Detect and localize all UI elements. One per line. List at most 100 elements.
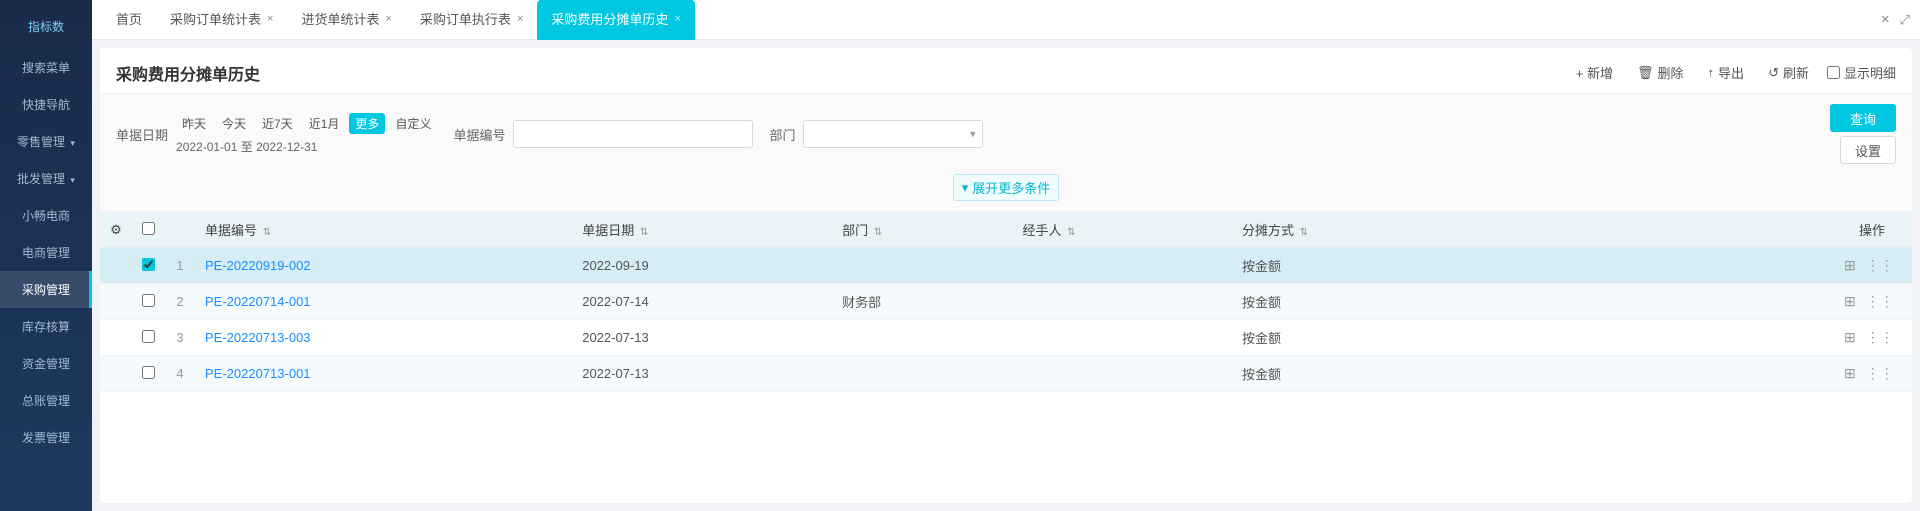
more-ops-icon[interactable]: ⋮⋮ [1864,255,1896,276]
table-header-row: ⚙ 单据编号 ⇅ 单据日期 ⇅ [100,212,1912,248]
yesterday-btn[interactable]: 昨天 [176,113,212,134]
date-filter-group: 单据日期 昨天 今天 近7天 近1月 更多 自定义 2022 [116,113,437,155]
table-row: 4 PE-20220713-001 2022-07-13 按金额 ⊞ ⋮⋮ [100,356,1912,392]
sidebar-item-wholesale[interactable]: 批发管理 ▾ [0,160,92,197]
tab-home[interactable]: 首页 [102,0,156,40]
row-checkbox[interactable] [142,258,155,271]
row-order-no[interactable]: PE-20220713-001 [195,356,572,392]
row-checkbox-cell[interactable] [132,320,165,356]
row-order-no[interactable]: PE-20220919-002 [195,248,572,284]
order-no-label: 单据编号 [453,125,505,144]
display-toggle[interactable]: 显示明细 [1827,63,1896,82]
close-tab-purchase-expense-history[interactable]: × [674,13,680,25]
more-btn[interactable]: 更多 [349,113,385,134]
sidebar-item-quick-nav[interactable]: 快捷导航 [0,86,92,123]
operation-buttons: ⊞ ⋮⋮ [1842,291,1902,312]
sidebar-item-label: 零售管理 ▾ [4,133,88,150]
table-area: ⚙ 单据编号 ⇅ 单据日期 ⇅ [100,212,1912,503]
col-operation: 操作 [1832,212,1912,248]
order-no-link[interactable]: PE-20220713-001 [205,366,311,381]
tab-stock-stats[interactable]: 进货单统计表 × [287,0,405,40]
filter-buttons: 查询 设置 [1830,104,1896,164]
display-toggle-checkbox[interactable] [1827,66,1840,79]
close-tab-purchase-order-stats[interactable]: × [267,13,273,25]
custom-btn[interactable]: 自定义 [389,113,437,134]
row-number: 2 [165,284,195,320]
more-ops-icon[interactable]: ⋮⋮ [1864,291,1896,312]
sidebar-item-search[interactable]: 搜索菜单 [0,49,92,86]
row-checkbox[interactable] [142,366,155,379]
operation-buttons: ⊞ ⋮⋮ [1842,255,1902,276]
order-no-link[interactable]: PE-20220714-001 [205,294,311,309]
dept-select[interactable] [803,120,983,148]
last7days-btn[interactable]: 近7天 [256,113,299,134]
sidebar-item-purchase[interactable]: 采购管理 [0,271,92,308]
tab-purchase-expense-history[interactable]: 采购费用分摊单历史 × [537,0,694,40]
row-dept [832,356,1012,392]
filter-settings-button[interactable]: 设置 [1840,136,1896,164]
delete-button[interactable]: 🗑 删除 [1631,60,1690,85]
row-split-method: 按金额 [1232,320,1832,356]
sidebar-item-ecom[interactable]: 电商管理 [0,234,92,271]
more-ops-icon[interactable]: ⋮⋮ [1864,327,1896,348]
sidebar-item-invoice[interactable]: 发票管理 [0,419,92,456]
filter-row: 单据日期 昨天 今天 近7天 近1月 更多 自定义 2022 [116,104,1896,164]
sidebar-item-finance[interactable]: 资金管理 [0,345,92,382]
data-table: ⚙ 单据编号 ⇅ 单据日期 ⇅ [100,212,1912,392]
view-icon[interactable]: ⊞ [1842,291,1858,312]
dept-filter-group: 部门 [769,120,983,148]
date-range-display: 2022-01-01 至 2022-12-31 [176,138,317,155]
view-icon[interactable]: ⊞ [1842,327,1858,348]
row-checkbox-cell[interactable] [132,356,165,392]
col-num [165,212,195,248]
expand-row: ▾ 展开更多条件 [116,168,1896,201]
close-tab-stock-stats[interactable]: × [385,13,391,25]
export-button[interactable]: ↑ 导出 [1702,60,1751,85]
add-button[interactable]: + 新增 [1570,60,1619,85]
row-handler [1013,248,1232,284]
today-btn[interactable]: 今天 [216,113,252,134]
sidebar-item-inventory[interactable]: 库存核算 [0,308,92,345]
col-order-no[interactable]: 单据编号 ⇅ [195,212,572,248]
row-settings-cell [100,284,132,320]
close-window-icon[interactable]: × [1881,11,1890,28]
select-all-checkbox[interactable] [142,222,155,235]
col-order-date[interactable]: 单据日期 ⇅ [572,212,832,248]
order-no-input[interactable] [513,120,753,148]
close-tab-purchase-order-exec[interactable]: × [517,13,523,25]
row-order-no[interactable]: PE-20220714-001 [195,284,572,320]
col-dept[interactable]: 部门 ⇅ [832,212,1012,248]
col-split-method[interactable]: 分摊方式 ⇅ [1232,212,1832,248]
expand-window-icon[interactable]: ⤢ [1900,12,1910,28]
row-checkbox[interactable] [142,330,155,343]
sidebar-item-ledger[interactable]: 总账管理 [0,382,92,419]
row-checkbox-cell[interactable] [132,284,165,320]
row-checkbox-cell[interactable] [132,248,165,284]
sidebar-item-label: 库存核算 [4,318,88,335]
col-handler[interactable]: 经手人 ⇅ [1013,212,1232,248]
more-ops-icon[interactable]: ⋮⋮ [1864,363,1896,384]
sort-handler-icon: ⇅ [1067,227,1075,238]
order-no-link[interactable]: PE-20220919-002 [205,258,311,273]
refresh-button[interactable]: ↺ 刷新 [1762,60,1815,85]
expand-more-btn[interactable]: ▾ 展开更多条件 [953,174,1060,201]
sidebar-item-label: 搜索菜单 [4,59,88,76]
tab-purchase-order-stats[interactable]: 采购订单统计表 × [156,0,287,40]
view-icon[interactable]: ⊞ [1842,255,1858,276]
row-checkbox[interactable] [142,294,155,307]
tab-purchase-order-exec[interactable]: 采购订单执行表 × [406,0,537,40]
row-order-date: 2022-07-13 [572,320,832,356]
col-settings[interactable]: ⚙ [100,212,132,248]
last1month-btn[interactable]: 近1月 [303,113,346,134]
sidebar-item-retail[interactable]: 零售管理 ▾ [0,123,92,160]
row-number: 4 [165,356,195,392]
view-icon[interactable]: ⊞ [1842,363,1858,384]
order-no-link[interactable]: PE-20220713-003 [205,330,311,345]
sidebar-item-mini-ecom[interactable]: 小畅电商 [0,197,92,234]
sidebar-item-label: 快捷导航 [4,96,88,113]
main-content: 首页 采购订单统计表 × 进货单统计表 × 采购订单执行表 × 采购费用分摊单历… [92,0,1920,511]
query-button[interactable]: 查询 [1830,104,1896,132]
sidebar-item-label: 发票管理 [4,429,88,446]
row-order-no[interactable]: PE-20220713-003 [195,320,572,356]
tab-bar: 首页 采购订单统计表 × 进货单统计表 × 采购订单执行表 × 采购费用分摊单历… [92,0,1920,40]
